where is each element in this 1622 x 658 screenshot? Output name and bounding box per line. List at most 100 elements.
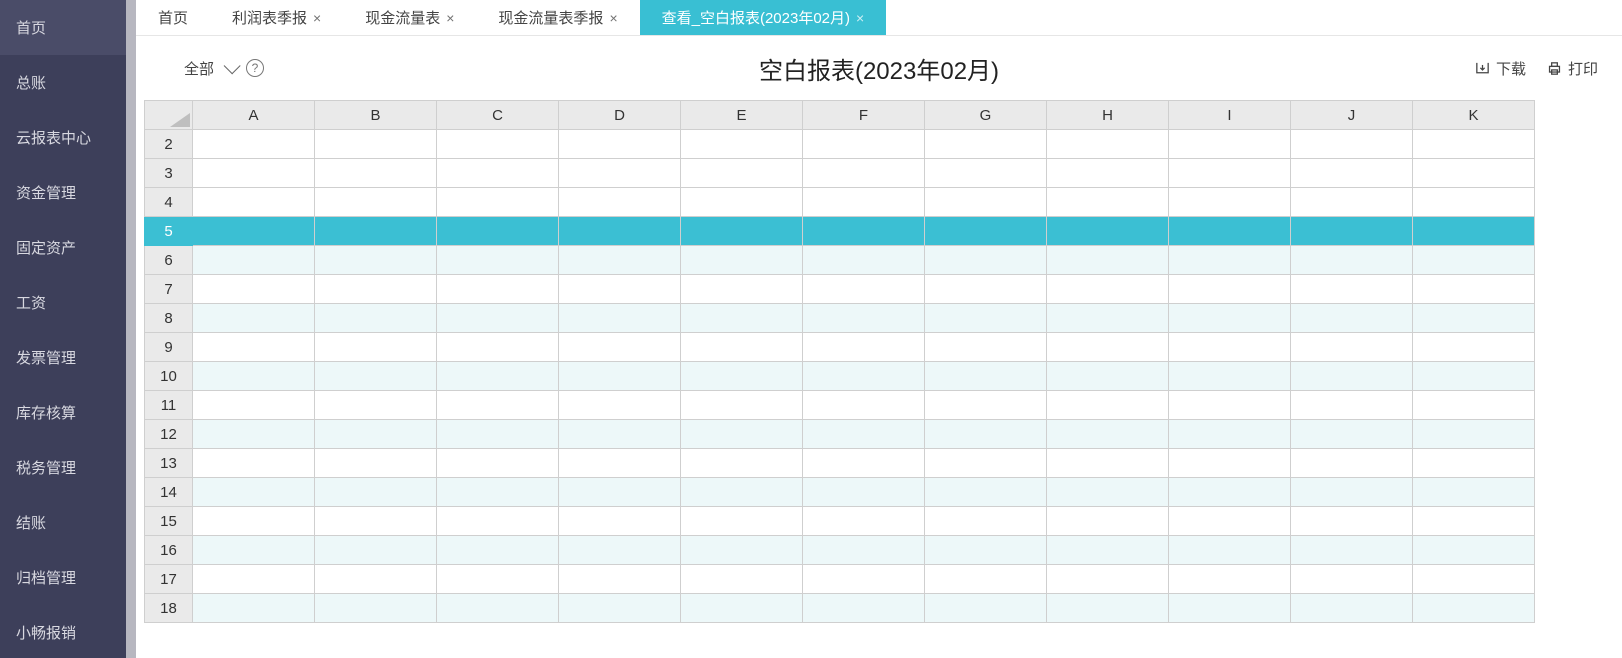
cell[interactable] <box>925 391 1047 420</box>
row-header[interactable]: 16 <box>145 536 193 565</box>
cell[interactable] <box>315 420 437 449</box>
cell[interactable] <box>1413 420 1535 449</box>
cell[interactable] <box>1047 130 1169 159</box>
cell[interactable] <box>925 333 1047 362</box>
cell[interactable] <box>1047 333 1169 362</box>
cell[interactable] <box>559 391 681 420</box>
print-button[interactable]: 打印 <box>1546 58 1598 79</box>
cell[interactable] <box>193 420 315 449</box>
column-header[interactable]: B <box>315 101 437 130</box>
cell[interactable] <box>559 159 681 188</box>
cell[interactable] <box>193 188 315 217</box>
column-header[interactable]: D <box>559 101 681 130</box>
cell[interactable] <box>803 333 925 362</box>
cell[interactable] <box>1169 449 1291 478</box>
cell[interactable] <box>437 391 559 420</box>
cell[interactable] <box>925 304 1047 333</box>
cell[interactable] <box>315 536 437 565</box>
cell[interactable] <box>315 478 437 507</box>
cell[interactable] <box>1169 217 1291 246</box>
sidebar-item[interactable]: 税务管理 <box>0 440 126 495</box>
cell[interactable] <box>315 188 437 217</box>
row-header[interactable]: 10 <box>145 362 193 391</box>
cell[interactable] <box>315 507 437 536</box>
cell[interactable] <box>437 478 559 507</box>
cell[interactable] <box>437 217 559 246</box>
cell[interactable] <box>803 159 925 188</box>
cell[interactable] <box>681 188 803 217</box>
cell[interactable] <box>193 449 315 478</box>
cell[interactable] <box>315 391 437 420</box>
cell[interactable] <box>681 391 803 420</box>
cell[interactable] <box>559 507 681 536</box>
cell[interactable] <box>193 333 315 362</box>
cell[interactable] <box>193 130 315 159</box>
cell[interactable] <box>681 536 803 565</box>
tab[interactable]: 现金流量表× <box>343 0 476 35</box>
cell[interactable] <box>1047 449 1169 478</box>
cell[interactable] <box>193 217 315 246</box>
row-header[interactable]: 11 <box>145 391 193 420</box>
cell[interactable] <box>1413 246 1535 275</box>
cell[interactable] <box>1291 536 1413 565</box>
cell[interactable] <box>1291 188 1413 217</box>
tab[interactable]: 现金流量表季报× <box>476 0 639 35</box>
cell[interactable] <box>315 333 437 362</box>
row-header[interactable]: 12 <box>145 420 193 449</box>
cell[interactable] <box>1291 275 1413 304</box>
cell[interactable] <box>803 362 925 391</box>
cell[interactable] <box>559 217 681 246</box>
tab[interactable]: 首页 <box>136 0 210 35</box>
row-header[interactable]: 14 <box>145 478 193 507</box>
cell[interactable] <box>681 420 803 449</box>
cell[interactable] <box>925 362 1047 391</box>
cell[interactable] <box>1291 391 1413 420</box>
cell[interactable] <box>315 159 437 188</box>
column-header[interactable]: H <box>1047 101 1169 130</box>
cell[interactable] <box>681 159 803 188</box>
cell[interactable] <box>1291 420 1413 449</box>
cell[interactable] <box>193 304 315 333</box>
cell[interactable] <box>803 304 925 333</box>
cell[interactable] <box>1291 159 1413 188</box>
cell[interactable] <box>681 449 803 478</box>
cell[interactable] <box>681 594 803 623</box>
cell[interactable] <box>315 275 437 304</box>
cell[interactable] <box>559 449 681 478</box>
cell[interactable] <box>559 130 681 159</box>
column-header[interactable]: J <box>1291 101 1413 130</box>
cell[interactable] <box>803 246 925 275</box>
cell[interactable] <box>437 304 559 333</box>
cell[interactable] <box>437 246 559 275</box>
cell[interactable] <box>925 536 1047 565</box>
cell[interactable] <box>681 304 803 333</box>
sidebar-item[interactable]: 工资 <box>0 275 126 330</box>
cell[interactable] <box>193 275 315 304</box>
cell[interactable] <box>925 159 1047 188</box>
cell[interactable] <box>315 594 437 623</box>
cell[interactable] <box>1169 565 1291 594</box>
cell[interactable] <box>1291 362 1413 391</box>
cell[interactable] <box>1047 478 1169 507</box>
cell[interactable] <box>1047 159 1169 188</box>
cell[interactable] <box>1291 246 1413 275</box>
cell[interactable] <box>1047 362 1169 391</box>
row-header[interactable]: 9 <box>145 333 193 362</box>
cell[interactable] <box>1413 536 1535 565</box>
cell[interactable] <box>1413 275 1535 304</box>
cell[interactable] <box>559 420 681 449</box>
spreadsheet[interactable]: ABCDEFGHIJK23456789101112131415161718 <box>136 100 1622 658</box>
sidebar-item[interactable]: 云报表中心 <box>0 110 126 165</box>
cell[interactable] <box>437 130 559 159</box>
cell[interactable] <box>1047 275 1169 304</box>
cell[interactable] <box>925 478 1047 507</box>
close-icon[interactable]: × <box>313 10 321 26</box>
cell[interactable] <box>437 159 559 188</box>
cell[interactable] <box>559 275 681 304</box>
cell[interactable] <box>925 130 1047 159</box>
sidebar-item[interactable]: 总账 <box>0 55 126 110</box>
cell[interactable] <box>1169 594 1291 623</box>
cell[interactable] <box>1169 507 1291 536</box>
cell[interactable] <box>1413 333 1535 362</box>
cell[interactable] <box>437 362 559 391</box>
